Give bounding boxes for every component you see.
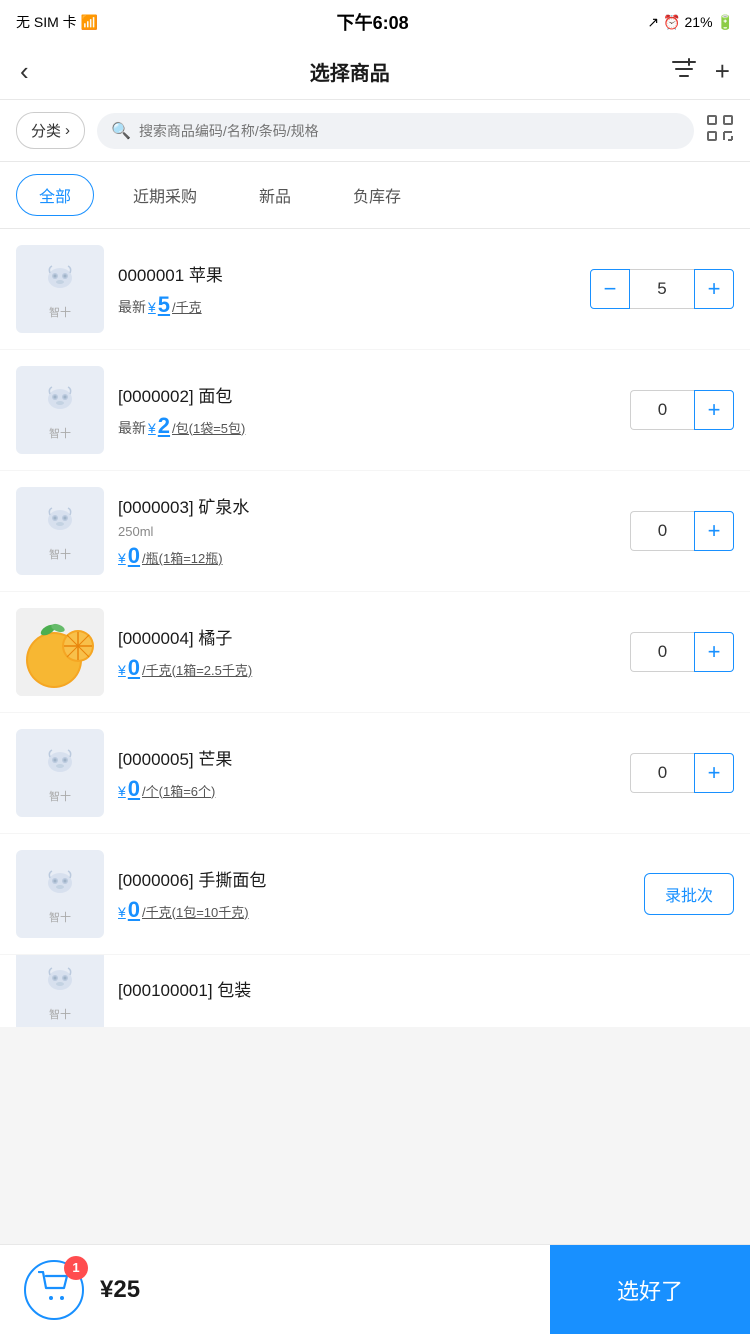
batch-button[interactable]: 录批次 bbox=[644, 873, 734, 915]
alarm-icon: ⏰ bbox=[663, 14, 680, 31]
chevron-right-icon: › bbox=[65, 122, 70, 139]
page-title: 选择商品 bbox=[310, 57, 390, 86]
product-info: [0000002] 面包 最新 ¥ 2 /包(1袋=5包) bbox=[118, 382, 616, 439]
location-icon: ↗ bbox=[647, 14, 659, 31]
quantity-input[interactable] bbox=[630, 753, 694, 793]
quantity-control: + bbox=[630, 632, 734, 672]
product-info: 0000001 苹果 最新 ¥ 5 /千克 bbox=[118, 261, 576, 318]
list-item: 智十 0000001 苹果 最新 ¥ 5 /千克 − + bbox=[0, 229, 750, 349]
status-signal: 无 SIM 卡 📶 bbox=[16, 12, 98, 32]
quantity-control: − + bbox=[590, 269, 734, 309]
product-list: 智十 0000001 苹果 最新 ¥ 5 /千克 − + bbox=[0, 229, 750, 1128]
quantity-plus-button[interactable]: + bbox=[694, 632, 734, 672]
tab-negative-stock[interactable]: 负库存 bbox=[330, 174, 424, 216]
quantity-input[interactable] bbox=[630, 269, 694, 309]
product-price: ¥ 0 /千克(1箱=2.5千克) bbox=[118, 655, 616, 681]
tab-all[interactable]: 全部 bbox=[16, 174, 94, 216]
product-name: [0000004] 橘子 bbox=[118, 624, 616, 649]
tabs-bar: 全部 近期采购 新品 负库存 bbox=[0, 162, 750, 229]
product-info: [0000006] 手撕面包 ¥ 0 /千克(1包=10千克) bbox=[118, 866, 630, 923]
cart-total: ¥25 bbox=[100, 1276, 140, 1304]
status-bar: 无 SIM 卡 📶 下午6:08 ↗ ⏰ 21% 🔋 bbox=[0, 0, 750, 44]
list-item: 智十 [0000003] 矿泉水 250ml ¥ 0 /瓶(1箱=12瓶) + bbox=[0, 471, 750, 591]
quantity-input[interactable] bbox=[630, 390, 694, 430]
product-thumbnail: 智十 bbox=[16, 955, 104, 1027]
quantity-plus-button[interactable]: + bbox=[694, 511, 734, 551]
product-name: [0000002] 面包 bbox=[118, 382, 616, 407]
product-info: [0000003] 矿泉水 250ml ¥ 0 /瓶(1箱=12瓶) bbox=[118, 493, 616, 569]
product-price: 最新 ¥ 2 /包(1袋=5包) bbox=[118, 413, 616, 439]
product-name: [0000005] 芒果 bbox=[118, 745, 616, 770]
status-battery: ↗ ⏰ 21% 🔋 bbox=[647, 14, 734, 31]
confirm-button[interactable]: 选好了 bbox=[550, 1245, 750, 1334]
quantity-plus-button[interactable]: + bbox=[694, 390, 734, 430]
product-price: ¥ 0 /瓶(1箱=12瓶) bbox=[118, 543, 616, 569]
scan-icon[interactable] bbox=[706, 114, 734, 148]
search-icon: 🔍 bbox=[111, 121, 131, 141]
back-button[interactable]: ‹ bbox=[20, 56, 29, 87]
quantity-plus-button[interactable]: + bbox=[694, 269, 734, 309]
product-thumbnail: 智十 bbox=[16, 850, 104, 938]
list-item: 智十 [000100001] 包装 bbox=[0, 955, 750, 1027]
product-thumbnail bbox=[16, 608, 104, 696]
filter-icon[interactable] bbox=[671, 58, 697, 86]
add-button[interactable]: + bbox=[715, 56, 730, 87]
product-info: [0000004] 橘子 ¥ 0 /千克(1箱=2.5千克) bbox=[118, 624, 616, 681]
quantity-control: + bbox=[630, 511, 734, 551]
product-name: [0000006] 手撕面包 bbox=[118, 866, 630, 891]
product-name: [0000003] 矿泉水 bbox=[118, 493, 616, 518]
search-box: 🔍 bbox=[97, 113, 694, 149]
list-item: 智十 [0000002] 面包 最新 ¥ 2 /包(1袋=5包) + bbox=[0, 350, 750, 470]
product-thumbnail: 智十 bbox=[16, 487, 104, 575]
battery-percent: 21% bbox=[685, 14, 713, 30]
product-name: 0000001 苹果 bbox=[118, 261, 576, 286]
status-time: 下午6:08 bbox=[337, 9, 409, 35]
category-button[interactable]: 分类 › bbox=[16, 112, 85, 149]
product-price: 最新 ¥ 5 /千克 bbox=[118, 292, 576, 318]
product-price: ¥ 0 /千克(1包=10千克) bbox=[118, 897, 630, 923]
cart-icon bbox=[38, 1271, 70, 1308]
battery-icon: 🔋 bbox=[717, 14, 734, 31]
quantity-input[interactable] bbox=[630, 632, 694, 672]
product-info: [000100001] 包装 bbox=[118, 976, 734, 1007]
quantity-minus-button[interactable]: − bbox=[590, 269, 630, 309]
list-item: 智十 [0000005] 芒果 ¥ 0 /个(1箱=6个) + bbox=[0, 713, 750, 833]
cart-section: 1 ¥25 bbox=[0, 1260, 550, 1320]
list-item: 智十 [0000006] 手撕面包 ¥ 0 /千克(1包=10千克) 录批次 bbox=[0, 834, 750, 954]
quantity-plus-button[interactable]: + bbox=[694, 753, 734, 793]
product-spec: 250ml bbox=[118, 524, 616, 539]
cart-button[interactable]: 1 bbox=[24, 1260, 84, 1320]
bottom-bar: 1 ¥25 选好了 bbox=[0, 1244, 750, 1334]
product-thumbnail: 智十 bbox=[16, 366, 104, 454]
nav-bar: ‹ 选择商品 + bbox=[0, 44, 750, 100]
product-name: [000100001] 包装 bbox=[118, 976, 734, 1001]
product-thumbnail: 智十 bbox=[16, 729, 104, 817]
quantity-control: + bbox=[630, 753, 734, 793]
quantity-control: + bbox=[630, 390, 734, 430]
product-price: ¥ 0 /个(1箱=6个) bbox=[118, 776, 616, 802]
cart-badge: 1 bbox=[64, 1256, 88, 1280]
search-input[interactable] bbox=[139, 123, 680, 139]
category-label: 分类 bbox=[31, 120, 61, 141]
nav-actions: + bbox=[671, 56, 730, 87]
product-thumbnail: 智十 bbox=[16, 245, 104, 333]
tab-recent[interactable]: 近期采购 bbox=[110, 174, 220, 216]
quantity-input[interactable] bbox=[630, 511, 694, 551]
product-info: [0000005] 芒果 ¥ 0 /个(1箱=6个) bbox=[118, 745, 616, 802]
list-item: [0000004] 橘子 ¥ 0 /千克(1箱=2.5千克) + bbox=[0, 592, 750, 712]
toolbar: 分类 › 🔍 bbox=[0, 100, 750, 162]
tab-new[interactable]: 新品 bbox=[236, 174, 314, 216]
